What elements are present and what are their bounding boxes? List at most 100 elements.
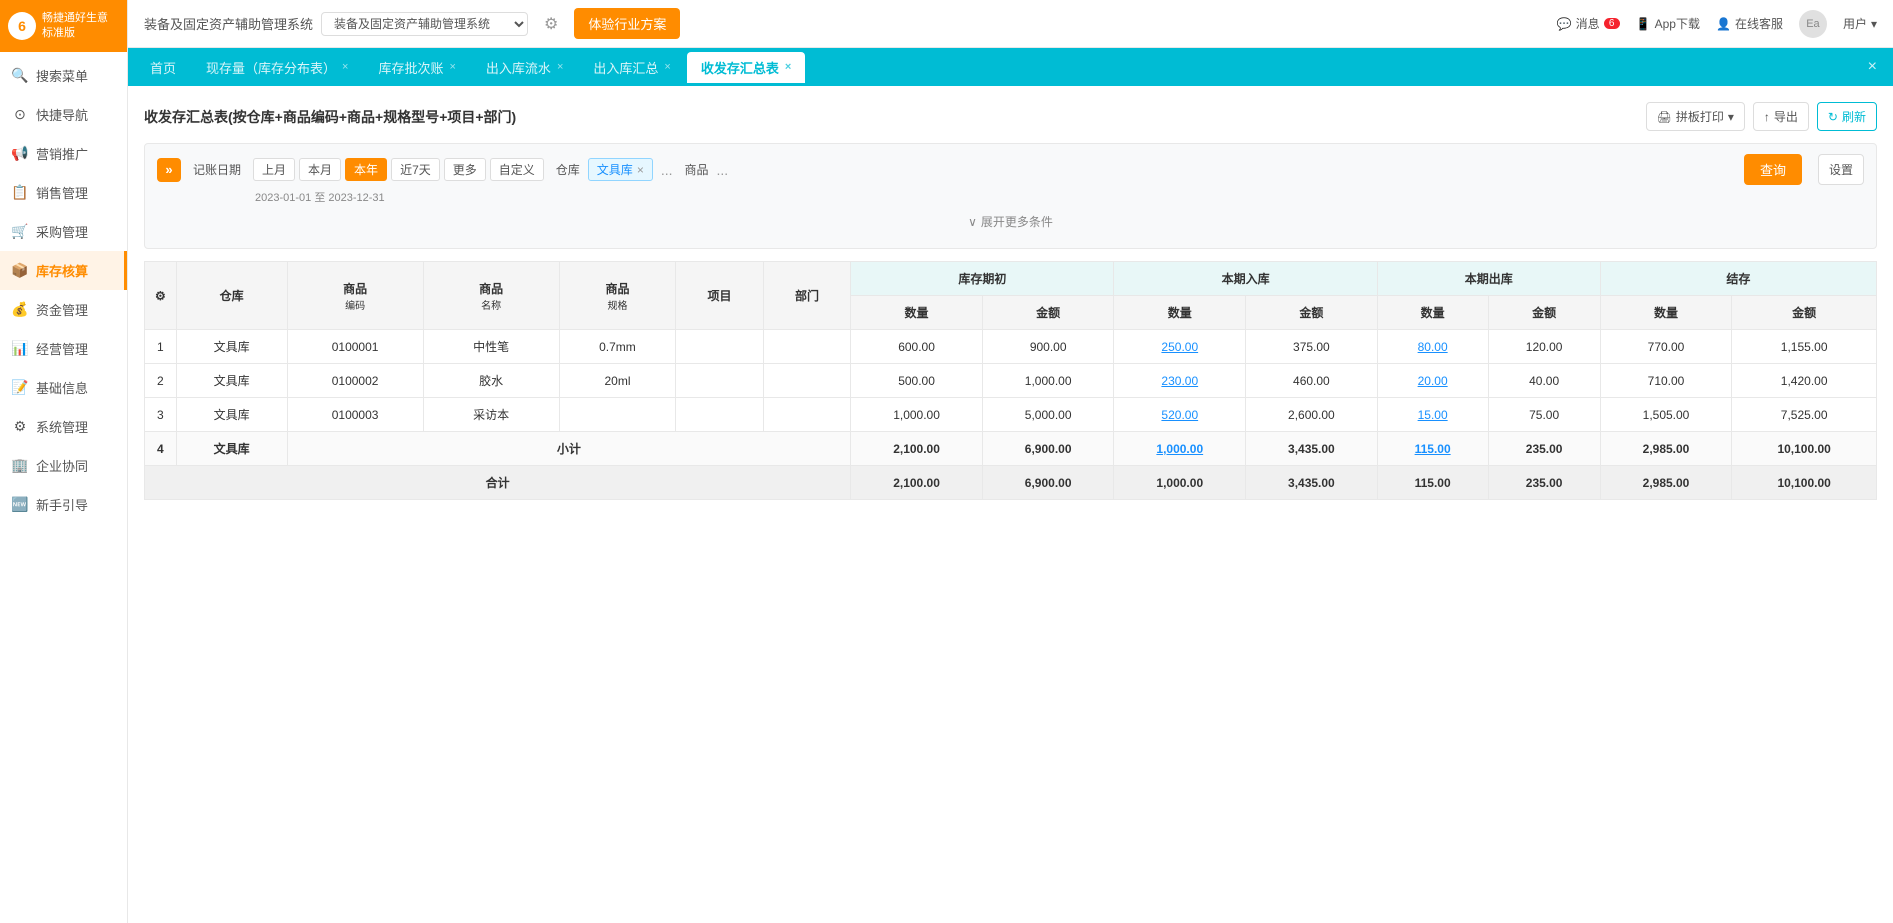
sidebar-item-purchase[interactable]: 🛒 采购管理 bbox=[0, 212, 127, 251]
row-out-qty[interactable]: 20.00 bbox=[1377, 364, 1488, 398]
export-button[interactable]: ↑ 导出 bbox=[1753, 102, 1809, 131]
tab-flow[interactable]: 出入库流水 × bbox=[472, 52, 577, 83]
th-out-qty: 数量 bbox=[1377, 296, 1488, 330]
row-product-spec bbox=[559, 398, 676, 432]
sidebar-item-sales[interactable]: 📋 销售管理 bbox=[0, 173, 127, 212]
sidebar: 6 畅捷通好生意 标准版 🔍 搜索菜单 ⊙ 快捷导航 📢 营销推广 📋 销售管理… bbox=[0, 0, 128, 923]
filter-expand-button[interactable]: » bbox=[157, 158, 181, 182]
tab-summary[interactable]: 出入库汇总 × bbox=[579, 52, 684, 83]
table-footer-row: 合计 2,100.00 6,900.00 1,000.00 3,435.00 1… bbox=[145, 466, 1877, 500]
purchase-icon: 🛒 bbox=[12, 224, 28, 240]
messages-item[interactable]: 💬 消息 6 bbox=[1557, 15, 1620, 32]
row-index: 1 bbox=[145, 330, 177, 364]
tab-close-batch[interactable]: × bbox=[449, 61, 455, 73]
row-in-amount: 375.00 bbox=[1246, 330, 1378, 364]
expand-more-button[interactable]: ∨ 展开更多条件 bbox=[157, 213, 1864, 230]
operations-icon: 📊 bbox=[12, 341, 28, 357]
product-dots[interactable]: ... bbox=[717, 162, 729, 178]
row-in-qty[interactable]: 250.00 bbox=[1114, 330, 1246, 364]
row-in-qty[interactable]: 230.00 bbox=[1114, 364, 1246, 398]
row-closing-qty: 770.00 bbox=[1600, 330, 1732, 364]
app-download-item[interactable]: 📱 App下载 bbox=[1636, 15, 1700, 32]
row-product-spec: 0.7mm bbox=[559, 330, 676, 364]
footer-in-amount: 3,435.00 bbox=[1246, 466, 1378, 500]
row-index: 2 bbox=[145, 364, 177, 398]
row-project bbox=[676, 398, 763, 432]
home-icon: ⊙ bbox=[12, 107, 28, 123]
tab-recv-send[interactable]: 收发存汇总表 × bbox=[687, 52, 805, 83]
query-button[interactable]: 查询 bbox=[1744, 154, 1802, 185]
top-header: 装备及固定资产辅助管理系统 装备及固定资产辅助管理系统 ⚙ 体验行业方案 💬 消… bbox=[128, 0, 1893, 48]
sidebar-logo: 6 畅捷通好生意 标准版 bbox=[0, 0, 127, 52]
th-product-spec: 商品规格 bbox=[559, 262, 676, 330]
online-service-item[interactable]: 👤 在线客服 bbox=[1716, 15, 1783, 32]
main-content: 装备及固定资产辅助管理系统 装备及固定资产辅助管理系统 ⚙ 体验行业方案 💬 消… bbox=[128, 0, 1893, 923]
sidebar-item-system[interactable]: ⚙ 系统管理 bbox=[0, 407, 127, 446]
print-template-button[interactable]: 🖨 拼板打印 ▾ bbox=[1646, 102, 1745, 131]
tab-bar-close-all[interactable]: × bbox=[1860, 54, 1885, 80]
warehouse-tag: 文具库 × bbox=[588, 158, 653, 181]
row-out-amount: 120.00 bbox=[1488, 330, 1600, 364]
sidebar-item-marketing[interactable]: 📢 营销推广 bbox=[0, 134, 127, 173]
experience-button[interactable]: 体验行业方案 bbox=[574, 8, 680, 39]
tab-close-summary[interactable]: × bbox=[664, 61, 670, 73]
sidebar-item-company[interactable]: 🏢 企业协同 bbox=[0, 446, 127, 485]
tab-batch[interactable]: 库存批次账 × bbox=[364, 52, 469, 83]
row-in-amount: 460.00 bbox=[1246, 364, 1378, 398]
table-settings-col[interactable]: ⚙ bbox=[145, 262, 177, 330]
sidebar-item-guide[interactable]: 🆕 新手引导 bbox=[0, 485, 127, 524]
tab-close-flow[interactable]: × bbox=[557, 61, 563, 73]
guide-icon: 🆕 bbox=[12, 497, 28, 513]
page-area: 收发存汇总表(按仓库+商品编码+商品+规格型号+项目+部门) 🖨 拼板打印 ▾ … bbox=[128, 86, 1893, 923]
warehouse-close-icon[interactable]: × bbox=[637, 163, 644, 177]
row-out-qty[interactable]: 80.00 bbox=[1377, 330, 1488, 364]
sidebar-item-basic-info[interactable]: 📝 基础信息 bbox=[0, 368, 127, 407]
print-icon: 🖨 bbox=[1657, 110, 1672, 124]
user-item[interactable]: 用户 ▾ bbox=[1843, 15, 1877, 32]
avatar[interactable]: Ea bbox=[1799, 10, 1827, 38]
sidebar-item-quick-nav[interactable]: ⊙ 快捷导航 bbox=[0, 95, 127, 134]
row-project bbox=[676, 330, 763, 364]
th-closing-qty: 数量 bbox=[1600, 296, 1732, 330]
row-closing-amount: 7,525.00 bbox=[1732, 398, 1877, 432]
inventory-icon: 📦 bbox=[12, 263, 28, 279]
gear-icon[interactable]: ⚙ bbox=[544, 14, 558, 34]
service-icon: 👤 bbox=[1716, 17, 1731, 31]
table-row: 3 文具库 0100003 采访本 1,000.00 5,000.00 520.… bbox=[145, 398, 1877, 432]
footer-closing-qty: 2,985.00 bbox=[1600, 466, 1732, 500]
footer-out-qty: 115.00 bbox=[1377, 466, 1488, 500]
row-out-qty[interactable]: 15.00 bbox=[1377, 398, 1488, 432]
sidebar-item-finance[interactable]: 💰 资金管理 bbox=[0, 290, 127, 329]
date-btn-this-year[interactable]: 本年 bbox=[345, 158, 387, 181]
system-select[interactable]: 装备及固定资产辅助管理系统 bbox=[321, 12, 528, 36]
footer-closing-amount: 10,100.00 bbox=[1732, 466, 1877, 500]
row-closing-qty: 1,505.00 bbox=[1600, 398, 1732, 432]
th-opening-amount: 金额 bbox=[982, 296, 1114, 330]
date-btn-more[interactable]: 更多 bbox=[444, 158, 486, 181]
phone-icon: 📱 bbox=[1636, 17, 1651, 31]
export-icon: ↑ bbox=[1764, 110, 1770, 124]
filter-settings-button[interactable]: 设置 bbox=[1818, 154, 1864, 185]
filter-bar: » 记账日期 上月 本月 本年 近7天 更多 自定义 仓库 文具库 bbox=[144, 143, 1877, 249]
date-btn-this-month[interactable]: 本月 bbox=[299, 158, 341, 181]
row-in-qty[interactable]: 520.00 bbox=[1114, 398, 1246, 432]
row-product-code: 0100002 bbox=[287, 364, 423, 398]
row-closing-amount: 1,420.00 bbox=[1732, 364, 1877, 398]
tab-home[interactable]: 首页 bbox=[136, 52, 190, 83]
refresh-button[interactable]: ↻ 刷新 bbox=[1817, 102, 1877, 131]
sidebar-item-inventory[interactable]: 📦 库存核算 bbox=[0, 251, 127, 290]
system-icon: ⚙ bbox=[12, 419, 28, 435]
sidebar-item-search[interactable]: 🔍 搜索菜单 bbox=[0, 56, 127, 95]
warehouse-dots[interactable]: ... bbox=[661, 162, 673, 178]
tab-close-inventory[interactable]: × bbox=[342, 61, 348, 73]
tab-inventory[interactable]: 现存量（库存分布表） × bbox=[192, 52, 362, 83]
row-closing-qty: 710.00 bbox=[1600, 364, 1732, 398]
sidebar-item-operations[interactable]: 📊 经营管理 bbox=[0, 329, 127, 368]
date-btn-last-month[interactable]: 上月 bbox=[253, 158, 295, 181]
finance-icon: 💰 bbox=[12, 302, 28, 318]
date-btn-7days[interactable]: 近7天 bbox=[391, 158, 440, 181]
date-btn-custom[interactable]: 自定义 bbox=[490, 158, 544, 181]
filter-row-1: » 记账日期 上月 本月 本年 近7天 更多 自定义 仓库 文具库 bbox=[157, 154, 1864, 185]
th-opening-qty: 数量 bbox=[851, 296, 983, 330]
tab-close-recv-send[interactable]: × bbox=[785, 61, 791, 73]
